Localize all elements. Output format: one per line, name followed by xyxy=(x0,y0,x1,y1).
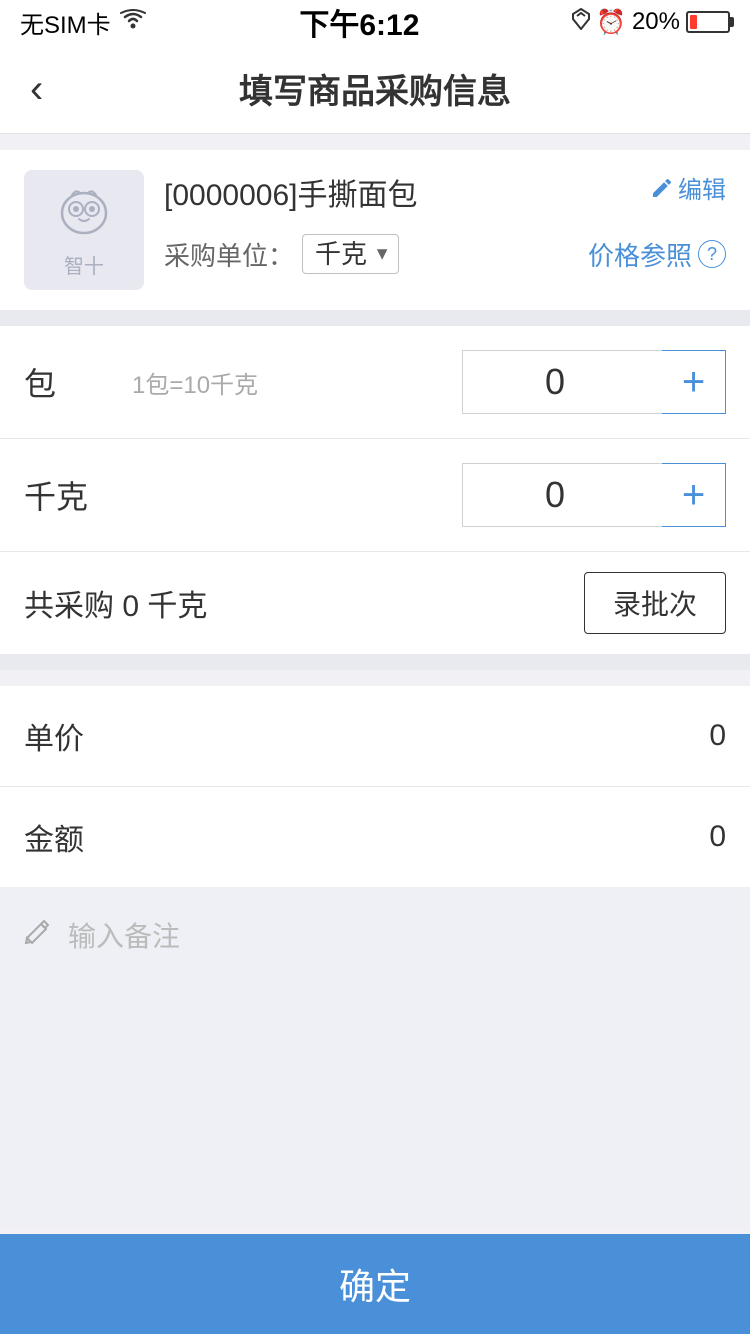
price-ref-info-icon: ? xyxy=(698,240,726,268)
qty-row-kg: 千克 + xyxy=(0,439,750,552)
product-image: 智十 xyxy=(24,170,144,290)
status-left: 无SIM卡 xyxy=(20,5,147,40)
wifi-icon xyxy=(119,8,147,36)
battery-icon xyxy=(686,11,730,33)
remarks-placeholder: 输入备注 xyxy=(68,915,180,955)
batch-button[interactable]: 录批次 xyxy=(584,572,726,634)
remarks-section[interactable]: 输入备注 xyxy=(0,887,750,1227)
confirm-button[interactable]: 确定 xyxy=(0,1234,750,1334)
page-title: 填写商品采购信息 xyxy=(239,64,511,113)
edit-button[interactable]: 编辑 xyxy=(650,170,726,205)
battery-text: 20% xyxy=(632,8,680,36)
qty-row-bag: 包 1包=10千克 + xyxy=(0,326,750,439)
unit-label: 采购单位： xyxy=(164,236,294,273)
qty-label-kg: 千克 xyxy=(24,472,124,518)
product-name: [0000006]手撕面包 xyxy=(164,170,417,214)
owl-icon xyxy=(54,181,114,246)
signal-text: 无SIM卡 xyxy=(20,5,111,40)
product-card: 智十 [0000006]手撕面包 编辑 采购单位： 千克 包 ▼ xyxy=(0,150,750,310)
status-time: 下午6:12 xyxy=(299,0,419,44)
location-icon xyxy=(572,8,590,37)
qty-plus-kg[interactable]: + xyxy=(662,463,726,527)
price-section: 单价 0 金额 0 xyxy=(0,686,750,887)
qty-input-kg[interactable] xyxy=(462,463,662,527)
status-right: ⏰ 20% xyxy=(572,8,730,37)
qty-label-bag: 包 xyxy=(24,359,124,405)
total-price-value: 0 xyxy=(709,820,726,854)
price-row-unit: 单价 0 xyxy=(0,686,750,787)
unit-price-value: 0 xyxy=(709,719,726,753)
price-ref-button[interactable]: 价格参照 ? xyxy=(588,236,726,273)
unit-select-wrapper[interactable]: 千克 包 ▼ xyxy=(302,234,399,274)
pencil-icon xyxy=(24,917,52,952)
total-price-label: 金额 xyxy=(24,815,84,859)
status-bar: 无SIM卡 下午6:12 ⏰ 20% xyxy=(0,0,750,44)
unit-price-label: 单价 xyxy=(24,714,84,758)
qty-controls-bag: + xyxy=(462,350,726,414)
qty-sublabel-bag: 1包=10千克 xyxy=(132,365,258,400)
alarm-icon: ⏰ xyxy=(596,8,626,37)
qty-plus-bag[interactable]: + xyxy=(662,350,726,414)
unit-select[interactable]: 千克 包 xyxy=(302,234,399,274)
nav-bar: ‹ 填写商品采购信息 xyxy=(0,44,750,134)
price-row-total: 金额 0 xyxy=(0,787,750,887)
summary-text: 共采购 0 千克 xyxy=(24,581,207,625)
brand-label: 智十 xyxy=(64,250,104,279)
back-button[interactable]: ‹ xyxy=(20,59,53,119)
qty-controls-kg: + xyxy=(462,463,726,527)
qty-input-bag[interactable] xyxy=(462,350,662,414)
divider-1 xyxy=(0,310,750,326)
divider-2 xyxy=(0,654,750,670)
summary-row: 共采购 0 千克 录批次 xyxy=(0,552,750,654)
product-info: [0000006]手撕面包 编辑 采购单位： 千克 包 ▼ xyxy=(164,170,726,274)
quantity-section: 包 1包=10千克 + 千克 + xyxy=(0,326,750,552)
